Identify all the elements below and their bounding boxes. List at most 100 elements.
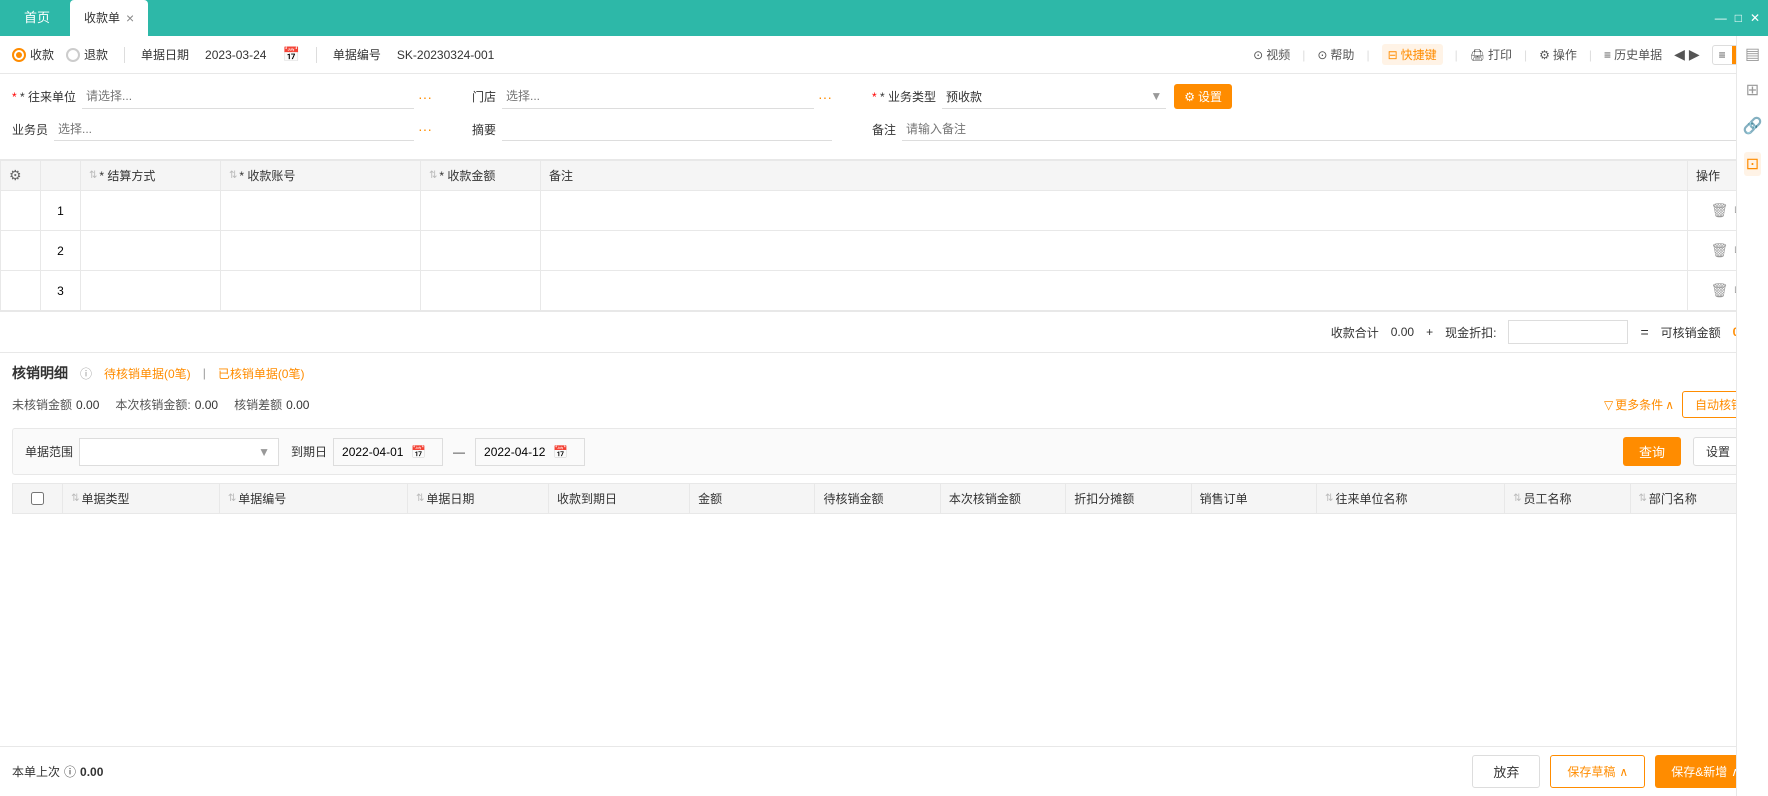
- calendar-icon[interactable]: 📅: [282, 46, 299, 63]
- nav-next-icon[interactable]: ▶: [1689, 46, 1700, 63]
- vt-amount-header: 金额: [690, 484, 815, 514]
- sidebar-expand-icon[interactable]: ⊡: [1744, 152, 1761, 176]
- table-settings-icon[interactable]: ⚙: [9, 167, 22, 183]
- pending-tab[interactable]: 待核销单据(0笔): [104, 365, 191, 382]
- more-conditions-btn[interactable]: ▽ 更多条件 ∧: [1604, 396, 1674, 413]
- due-date-to[interactable]: 2022-04-12 📅: [475, 438, 585, 466]
- row3-settle[interactable]: [81, 271, 221, 311]
- save-draft-button[interactable]: 保存草稿 ∧: [1550, 755, 1645, 788]
- done-tab[interactable]: 已核销单据(0笔): [218, 365, 305, 382]
- window-close-icon[interactable]: ✕: [1750, 11, 1760, 25]
- unverified-stat: 未核销金额 0.00: [12, 396, 99, 413]
- col-settle-header: ⇅ * 结算方式: [81, 161, 221, 191]
- row3-remark[interactable]: [541, 271, 1688, 311]
- settings-button[interactable]: ⚙ 设置: [1174, 84, 1232, 109]
- print-btn[interactable]: 🖨 打印: [1470, 46, 1512, 63]
- row2-account[interactable]: [221, 231, 421, 271]
- calendar-to-icon: 📅: [553, 445, 568, 459]
- tab-receipt[interactable]: 收款单 ×: [70, 0, 148, 36]
- sort-emp-icon[interactable]: ⇅: [1513, 493, 1521, 504]
- row3-amount[interactable]: [421, 271, 541, 311]
- tab-close-icon[interactable]: ×: [126, 0, 134, 36]
- operate-btn[interactable]: ⚙ 操作: [1539, 46, 1577, 63]
- row1-delete-icon[interactable]: 🗑: [1711, 202, 1729, 219]
- row1-account[interactable]: [221, 191, 421, 231]
- sort-date-icon[interactable]: ⇅: [416, 493, 424, 504]
- tab-separator: |: [203, 366, 206, 380]
- date-dash: —: [453, 445, 465, 459]
- store-more-icon[interactable]: ···: [818, 89, 832, 105]
- query-form: 单据范围 ▼ 到期日 2022-04-01 📅 — 2022-04-12 📅 查: [12, 428, 1756, 475]
- biz-select[interactable]: 预收款 ▼: [942, 85, 1166, 109]
- sort-settle-icon[interactable]: ⇅: [89, 170, 97, 181]
- query-button[interactable]: 查询: [1623, 437, 1681, 466]
- eq-sign: =: [1640, 324, 1648, 340]
- summary-label: 摘要: [472, 121, 496, 138]
- store-input[interactable]: [502, 85, 814, 109]
- sort-type-icon[interactable]: ⇅: [71, 493, 79, 504]
- select-all-checkbox[interactable]: [31, 492, 44, 505]
- store-field: 门店 ···: [472, 85, 832, 109]
- row1-remark[interactable]: [541, 191, 1688, 231]
- video-btn[interactable]: ⊙ 视频: [1253, 46, 1290, 63]
- radio-refund[interactable]: 退款: [66, 46, 108, 63]
- col-due-label: 收款到期日: [557, 492, 617, 506]
- due-date-field: 到期日 2022-04-01 📅 — 2022-04-12 📅: [291, 438, 585, 466]
- nav-prev-icon[interactable]: ◀: [1674, 46, 1685, 63]
- tab-home[interactable]: 首页: [8, 0, 66, 36]
- sidebar-table-icon[interactable]: ▤: [1745, 44, 1760, 64]
- sort-party-icon[interactable]: ⇅: [1325, 493, 1333, 504]
- row3-delete-icon[interactable]: 🗑: [1711, 282, 1729, 299]
- staff-field: 业务员 ···: [12, 117, 432, 141]
- row1-amount[interactable]: [421, 191, 541, 231]
- save-draft-arrow-icon: ∧: [1619, 765, 1628, 779]
- party-more-icon[interactable]: ···: [418, 89, 432, 105]
- row2-delete-icon[interactable]: 🗑: [1711, 242, 1729, 259]
- maximize-icon[interactable]: □: [1735, 11, 1742, 25]
- history-btn[interactable]: ≡ 历史单据: [1604, 46, 1662, 63]
- sidebar-grid-icon[interactable]: ⊞: [1746, 80, 1759, 100]
- note-input[interactable]: [902, 117, 1756, 141]
- summary-input[interactable]: [502, 117, 832, 141]
- col-index-header: [41, 161, 81, 191]
- help-label: 帮助: [1330, 46, 1354, 63]
- settings-label: 设置: [1198, 88, 1222, 105]
- list-view-btn[interactable]: ≡: [1713, 46, 1732, 64]
- party-input[interactable]: [82, 85, 414, 109]
- discount-input[interactable]: [1508, 320, 1628, 344]
- sort-num-icon[interactable]: ⇅: [228, 493, 236, 504]
- sort-amount-icon[interactable]: ⇅: [429, 170, 437, 181]
- discount-label: 现金折扣:: [1445, 324, 1496, 341]
- col-remark-label: 备注: [549, 169, 573, 183]
- row1-settle[interactable]: [81, 191, 221, 231]
- staff-input[interactable]: [54, 117, 414, 141]
- row3-settings: [1, 271, 41, 311]
- due-date-label: 到期日: [291, 443, 327, 460]
- vt-curr-header: 本次核销金额: [940, 484, 1065, 514]
- due-date-from[interactable]: 2022-04-01 📅: [333, 438, 443, 466]
- verify-table: ⇅单据类型 ⇅单据编号 ⇅单据日期 收款到期日 金额: [12, 483, 1756, 514]
- range-select[interactable]: ▼: [79, 438, 279, 466]
- per-order-value: 0.00: [80, 765, 103, 779]
- minimize-icon[interactable]: —: [1715, 11, 1727, 25]
- table-row: 2 🗑 ⧉: [1, 231, 1768, 271]
- collect-value: 0.00: [1391, 325, 1414, 339]
- radio-receipt[interactable]: 收款: [12, 46, 54, 63]
- sum-row: 收款合计 0.00 + 现金折扣: = 可核销金额 0.00: [0, 311, 1768, 353]
- help-btn[interactable]: ⊙ 帮助: [1317, 46, 1354, 63]
- more-conditions-label: 更多条件: [1615, 396, 1663, 413]
- shortcut-btn[interactable]: ⊟ 快捷键: [1382, 44, 1443, 65]
- sort-dept-icon[interactable]: ⇅: [1639, 493, 1647, 504]
- row2-remark[interactable]: [541, 231, 1688, 271]
- staff-more-icon[interactable]: ···: [418, 121, 432, 137]
- col-emp-label: 员工名称: [1524, 490, 1572, 507]
- receipt-table-section: ⚙ ⇅ * 结算方式 ⇅ * 收款账号: [0, 160, 1768, 311]
- row2-amount[interactable]: [421, 231, 541, 271]
- sort-account-icon[interactable]: ⇅: [229, 170, 237, 181]
- top-toolbar: 收款 退款 单据日期 2023-03-24 📅 单据编号 SK-20230324…: [0, 36, 1768, 74]
- row3-account[interactable]: [221, 271, 421, 311]
- abandon-button[interactable]: 放弃: [1472, 755, 1540, 788]
- vt-party-header: ⇅往来单位名称: [1317, 484, 1505, 514]
- sidebar-link-icon[interactable]: 🔗: [1743, 116, 1763, 136]
- row2-settle[interactable]: [81, 231, 221, 271]
